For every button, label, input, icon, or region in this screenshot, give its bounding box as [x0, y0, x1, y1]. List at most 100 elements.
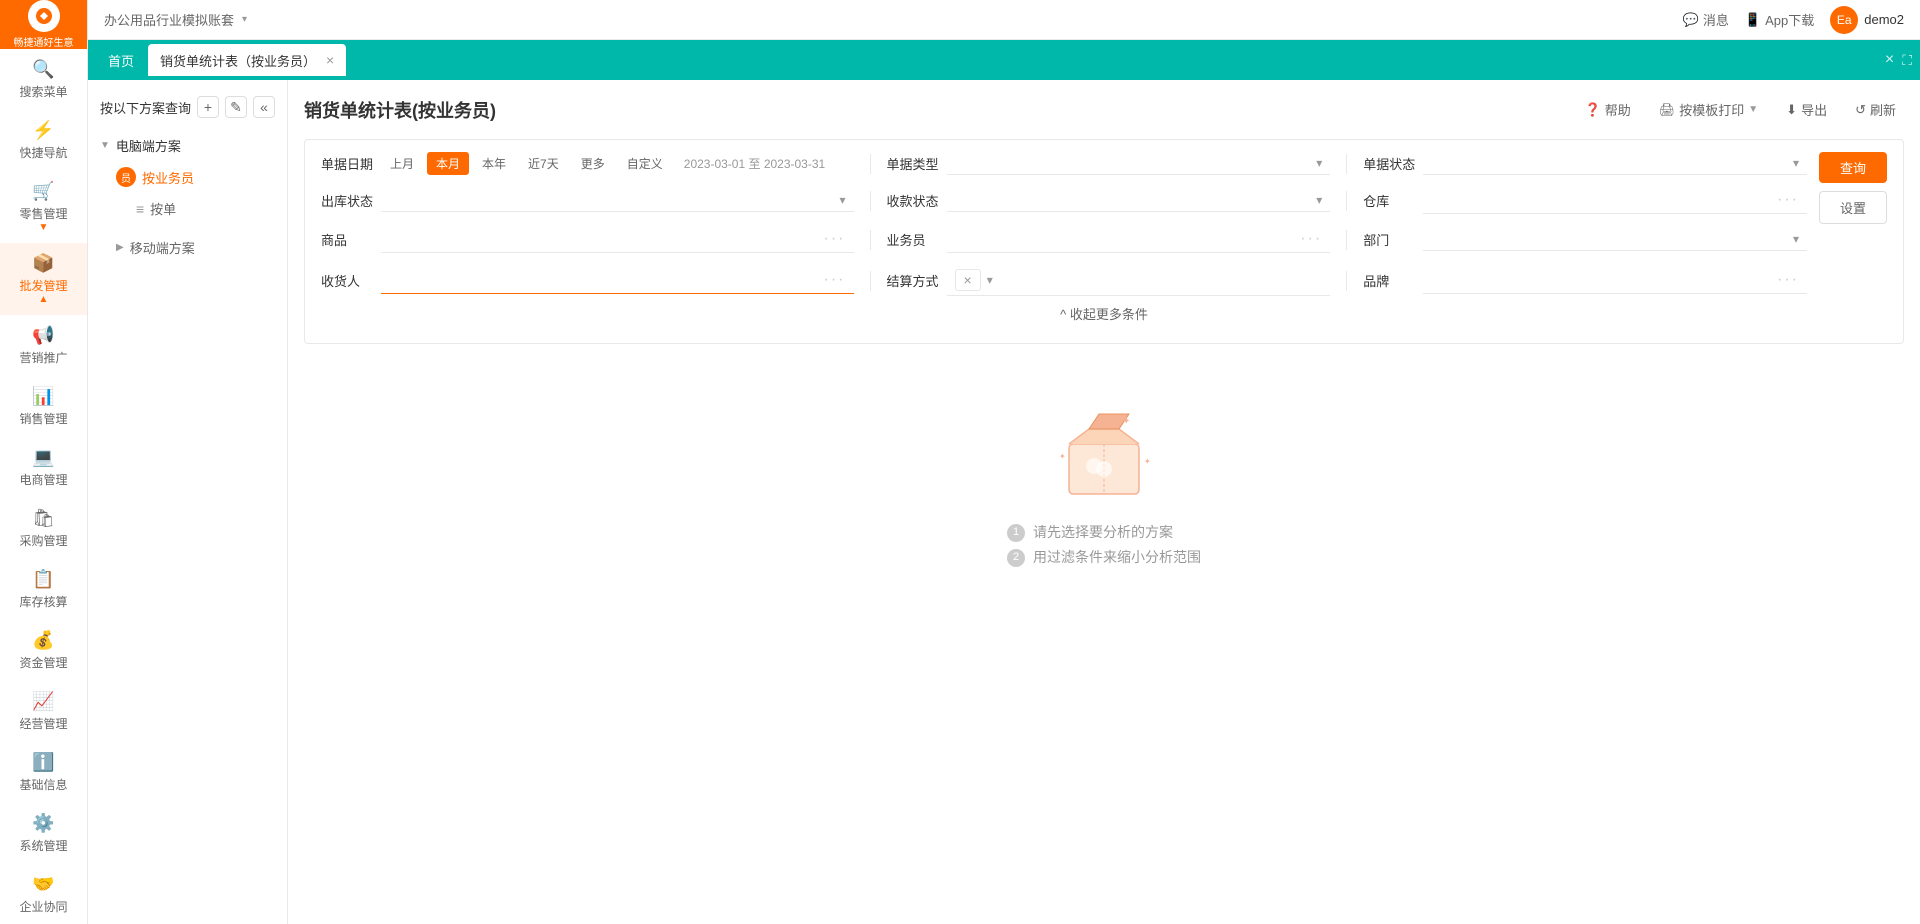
consignee-input[interactable]: ···	[381, 267, 854, 294]
user-area[interactable]: Ea demo2	[1830, 6, 1904, 34]
date-this-month[interactable]: 本月	[427, 152, 469, 175]
search-icon: 🔍	[32, 59, 54, 80]
payment-method-tag-close[interactable]: ×	[964, 272, 972, 288]
settings-button[interactable]: 设置	[1819, 191, 1887, 224]
help-btn[interactable]: ❓ 帮助	[1577, 96, 1639, 123]
edit-icon: ✎	[230, 99, 242, 116]
query-button[interactable]: 查询	[1819, 152, 1887, 183]
consignee-label: 收货人	[321, 271, 381, 290]
brand-label: 品牌	[1363, 271, 1423, 290]
sidebar: 畅捷通好生意 🔍 搜索菜单 ⚡ 快捷导航 🛒 零售管理 ▼ 📦 批发管理 ▲ 📢…	[0, 0, 88, 924]
help-icon: ❓	[1585, 102, 1601, 118]
scheme-collapse-btn[interactable]: «	[253, 96, 275, 118]
ecommerce-icon: 💻	[32, 447, 54, 468]
main-area: 办公用品行业模拟账套 ▾ 💬 消息 📱 App下载 Ea demo2 首页	[88, 0, 1920, 924]
empty-illustration: ✦ ✦ ✦	[1044, 404, 1164, 504]
payment-input[interactable]: ▾	[947, 189, 1331, 212]
export-btn[interactable]: ⬇ 导出	[1778, 96, 1835, 123]
collapse-bar[interactable]: ^ 收起更多条件	[321, 296, 1887, 331]
operation-icon: 📈	[32, 691, 54, 712]
filter-row-1: 单据日期 上月 本月 本年 近7天 更多 自定义 2023-03-01 至 20…	[321, 152, 1807, 175]
scheme-header-actions: + ✎ «	[197, 96, 275, 118]
page-content: 按以下方案查询 + ✎ « ▼ 电脑端方案	[88, 80, 1920, 924]
filter-doc-status-item: 单据状态 ▾	[1363, 152, 1807, 175]
doc-status-label: 单据状态	[1363, 154, 1423, 173]
divider-3	[870, 191, 871, 211]
inventory-icon: 📋	[32, 569, 54, 590]
tab-home[interactable]: 首页	[96, 44, 146, 76]
empty-step-1: 1 请先选择要分析的方案	[1007, 520, 1201, 545]
tab-sales-report[interactable]: 销货单统计表（按业务员） ×	[148, 44, 346, 76]
filter-doc-type-item: 单据类型 ▾	[887, 152, 1331, 175]
sidebar-item-enterprise[interactable]: 🤝 企业协同	[0, 864, 88, 924]
sidebar-item-basic-info[interactable]: ℹ️ 基础信息	[0, 742, 88, 803]
empty-tip-2: 用过滤条件来缩小分析范围	[1033, 545, 1201, 570]
doc-type-input[interactable]: ▾	[947, 152, 1331, 175]
print-btn[interactable]: 🖨 按模板打印 ▼	[1651, 96, 1766, 123]
scheme-item-sales-rep[interactable]: 员 按业务员	[88, 161, 287, 193]
finance-icon: 💰	[32, 630, 54, 651]
sidebar-item-operation[interactable]: 📈 经营管理	[0, 681, 88, 742]
message-label: 消息	[1703, 10, 1729, 29]
sidebar-item-search[interactable]: 🔍 搜索菜单	[0, 49, 88, 110]
print-dropdown-icon: ▼	[1748, 104, 1758, 115]
svg-text:✦: ✦	[1059, 452, 1066, 461]
sidebar-item-ecommerce[interactable]: 💻 电商管理	[0, 437, 88, 498]
logo-icon	[28, 0, 60, 32]
scheme-add-btn[interactable]: +	[197, 96, 219, 118]
scheme-item-sales-rep-label: 按业务员	[142, 168, 194, 187]
sales-rep-input[interactable]: ···	[947, 226, 1331, 253]
filter-row-2: 出库状态 ▾ 收款状态 ▾	[321, 187, 1807, 214]
outbound-input[interactable]: ▾	[381, 189, 854, 212]
date-this-year[interactable]: 本年	[473, 152, 515, 175]
scheme-group-mobile-title[interactable]: ▶ 移动端方案	[88, 232, 287, 263]
sidebar-item-finance[interactable]: 💰 资金管理	[0, 620, 88, 681]
goods-input[interactable]: ···	[381, 226, 854, 253]
sales-rep-label: 业务员	[887, 230, 947, 249]
sidebar-item-wholesale[interactable]: 📦 批发管理 ▲	[0, 243, 88, 315]
app-download-label: App下载	[1765, 10, 1814, 29]
refresh-btn[interactable]: ↺ 刷新	[1847, 96, 1904, 123]
page-title: 销货单统计表(按业务员)	[304, 97, 496, 123]
sidebar-item-marketing[interactable]: 📢 营销推广	[0, 315, 88, 376]
date-last-7[interactable]: 近7天	[519, 152, 568, 175]
divider-1	[870, 154, 871, 174]
collapse-label: ^ 收起更多条件	[1060, 307, 1148, 322]
sidebar-item-inventory[interactable]: 📋 库存核算	[0, 559, 88, 620]
brand-dots-icon: ···	[1777, 271, 1799, 289]
mobile-group-label: 移动端方案	[130, 238, 195, 257]
tab-maximize-btn[interactable]: ⛶	[1902, 52, 1912, 69]
scheme-group-desktop-title[interactable]: ▼ 电脑端方案	[88, 130, 287, 161]
message-btn[interactable]: 💬 消息	[1683, 10, 1729, 29]
empty-tip-1: 请先选择要分析的方案	[1033, 520, 1173, 545]
date-more[interactable]: 更多	[572, 152, 614, 175]
sidebar-item-sales[interactable]: 📊 销售管理	[0, 376, 88, 437]
sidebar-item-quick-nav[interactable]: ⚡ 快捷导航	[0, 110, 88, 171]
dept-input[interactable]: ▾	[1423, 228, 1807, 251]
svg-text:✦: ✦	[1122, 416, 1130, 427]
tab-close-icon[interactable]: ×	[326, 52, 334, 68]
sidebar-item-system[interactable]: ⚙️ 系统管理	[0, 803, 88, 864]
filter-payment-item: 收款状态 ▾	[887, 189, 1331, 212]
avatar: Ea	[1830, 6, 1858, 34]
sidebar-item-purchase[interactable]: 🛍 采购管理	[0, 498, 88, 559]
doc-status-input[interactable]: ▾	[1423, 152, 1807, 175]
brand-input[interactable]: ···	[1423, 267, 1807, 294]
date-custom[interactable]: 自定义	[618, 152, 672, 175]
warehouse-label: 仓库	[1363, 191, 1423, 210]
date-last-month[interactable]: 上月	[381, 152, 423, 175]
breadcrumb-dropdown-icon[interactable]: ▾	[242, 14, 247, 25]
scheme-item-by-order[interactable]: ≡ 按单	[88, 193, 287, 224]
sidebar-item-retail[interactable]: 🛒 零售管理 ▼	[0, 171, 88, 243]
sidebar-logo[interactable]: 畅捷通好生意	[0, 0, 88, 49]
filter-row-3: 商品 ··· 业务员 ···	[321, 226, 1807, 253]
filter-outbound-item: 出库状态 ▾	[321, 189, 854, 212]
app-download-btn[interactable]: 📱 App下载	[1745, 10, 1814, 29]
scheme-edit-btn[interactable]: ✎	[225, 96, 247, 118]
filter-row-4: 收货人 ··· 结算方式 ×	[321, 265, 1807, 296]
tab-close-window-btn[interactable]: ×	[1885, 51, 1894, 69]
payment-method-input[interactable]: × ▾	[947, 265, 1331, 296]
warehouse-input[interactable]: ···	[1423, 187, 1807, 214]
basic-info-icon: ℹ️	[32, 752, 54, 773]
sales-icon: 📊	[32, 386, 54, 407]
